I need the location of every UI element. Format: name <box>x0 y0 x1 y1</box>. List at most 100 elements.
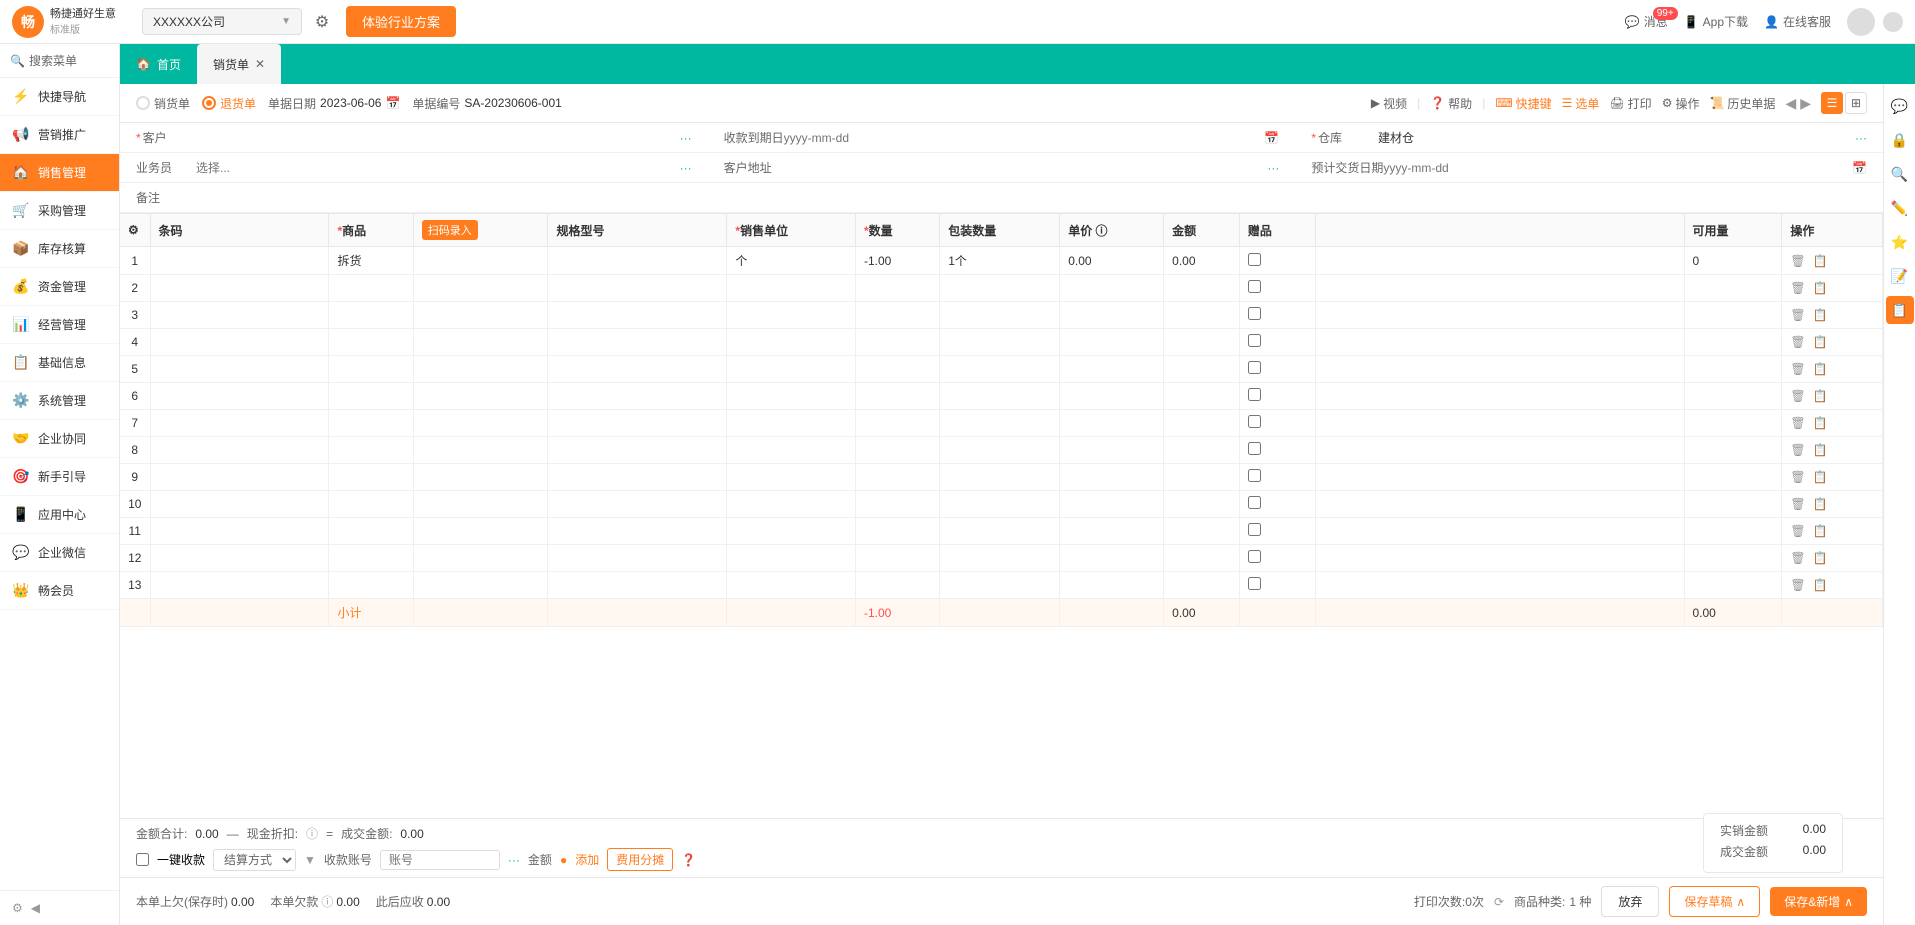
cell-barcode[interactable] <box>150 437 329 464</box>
prev-arrow[interactable]: ◀ <box>1785 95 1796 112</box>
cell-product[interactable] <box>329 329 413 356</box>
company-selector[interactable]: XXXXXX公司 ▼ <box>142 8 302 35</box>
message-button[interactable]: 💬 消息 99+ <box>1625 13 1668 30</box>
cell-unit-price[interactable] <box>1060 518 1164 545</box>
side-clipboard-icon[interactable]: 📋 <box>1886 296 1914 324</box>
dot-icon[interactable]: ··· <box>508 853 520 867</box>
refresh-icon[interactable]: ⟳ <box>1494 895 1504 909</box>
cell-product[interactable] <box>329 437 413 464</box>
sidebar-item-member[interactable]: 👑 畅会员 <box>0 572 119 610</box>
cell-unit-price[interactable] <box>1060 572 1164 599</box>
add-label[interactable]: 添加 <box>575 851 599 868</box>
experience-button[interactable]: 体验行业方案 <box>346 6 456 37</box>
cell-gift[interactable] <box>1239 572 1315 599</box>
discard-button[interactable]: 放弃 <box>1601 886 1659 917</box>
sidebar-item-marketing[interactable]: 📢 营销推广 <box>0 116 119 154</box>
copy-icon[interactable]: 📋 <box>1813 389 1828 403</box>
cell-spec[interactable] <box>548 518 727 545</box>
cell-product[interactable] <box>329 383 413 410</box>
payment-calendar-icon[interactable]: 📅 <box>1264 131 1279 145</box>
video-btn[interactable]: ▶ 视频 <box>1371 95 1407 112</box>
shortcut-btn[interactable]: ⌨ 快捷键 <box>1495 95 1551 112</box>
cell-product[interactable] <box>329 356 413 383</box>
cell-spec[interactable] <box>548 464 727 491</box>
sidebar-item-system[interactable]: ⚙️ 系统管理 <box>0 382 119 420</box>
cell-spec[interactable] <box>548 302 727 329</box>
side-lock-icon[interactable]: 🔒 <box>1886 126 1914 154</box>
copy-icon[interactable]: 📋 <box>1813 497 1828 511</box>
cell-unit-price[interactable] <box>1060 410 1164 437</box>
settings-button[interactable]: ⚙ <box>308 8 336 36</box>
tab-close-icon[interactable]: ✕ <box>255 57 265 71</box>
cell-quantity[interactable] <box>855 410 939 437</box>
cell-spec[interactable] <box>548 545 727 572</box>
cell-unit-price[interactable] <box>1060 329 1164 356</box>
cell-product[interactable] <box>329 464 413 491</box>
calc-method-select[interactable]: 结算方式 <box>213 849 296 871</box>
sidebar-gear-icon[interactable]: ⚙ <box>12 901 23 915</box>
delete-icon[interactable]: 🗑 <box>1790 524 1805 538</box>
scan-button[interactable]: 扫码录入 <box>422 220 478 240</box>
sidebar-item-finance[interactable]: 💰 资金管理 <box>0 268 119 306</box>
cell-unit-price[interactable] <box>1060 356 1164 383</box>
side-edit-icon[interactable]: ✏️ <box>1886 194 1914 222</box>
discount-help-icon[interactable]: ⓘ <box>306 825 318 842</box>
cell-quantity[interactable] <box>855 329 939 356</box>
sidebar-item-basic[interactable]: 📋 基础信息 <box>0 344 119 382</box>
delete-icon[interactable]: 🗑 <box>1790 578 1805 592</box>
cell-unit-price[interactable] <box>1060 545 1164 572</box>
copy-icon[interactable]: 📋 <box>1813 335 1828 349</box>
save-draft-button[interactable]: 保存草稿 ∧ <box>1669 886 1760 917</box>
doc-date-calendar-icon[interactable]: 📅 <box>385 96 400 110</box>
cell-quantity[interactable] <box>855 356 939 383</box>
copy-icon[interactable]: 📋 <box>1813 524 1828 538</box>
cell-quantity[interactable] <box>855 383 939 410</box>
copy-icon[interactable]: 📋 <box>1813 362 1828 376</box>
remark-input[interactable] <box>196 191 1867 205</box>
copy-icon[interactable]: 📋 <box>1813 416 1828 430</box>
cell-gift[interactable] <box>1239 518 1315 545</box>
cell-gift[interactable] <box>1239 410 1315 437</box>
cell-product[interactable] <box>329 545 413 572</box>
th-settings[interactable]: ⚙ <box>120 214 150 247</box>
warehouse-input[interactable] <box>1378 131 1851 145</box>
delete-icon[interactable]: 🗑 <box>1790 497 1805 511</box>
th-scan[interactable]: 扫码录入 <box>413 214 548 247</box>
cell-product[interactable] <box>329 410 413 437</box>
cell-unit-price[interactable] <box>1060 491 1164 518</box>
cell-barcode[interactable] <box>150 302 329 329</box>
copy-icon[interactable]: 📋 <box>1813 308 1828 322</box>
cell-product[interactable] <box>329 491 413 518</box>
delivery-date-input[interactable] <box>1383 161 1848 175</box>
copy-icon[interactable]: 📋 <box>1813 578 1828 592</box>
payment-date-input[interactable] <box>784 131 1261 145</box>
sidebar-item-enterprise[interactable]: 🤝 企业协同 <box>0 420 119 458</box>
cell-unit-price[interactable] <box>1060 383 1164 410</box>
print-btn[interactable]: 🖨 打印 <box>1609 95 1651 112</box>
cell-gift[interactable] <box>1239 464 1315 491</box>
cell-spec[interactable] <box>548 572 727 599</box>
cell-product[interactable] <box>329 275 413 302</box>
delete-icon[interactable]: 🗑 <box>1790 362 1805 376</box>
operate-btn[interactable]: ⚙ 操作 <box>1662 95 1700 112</box>
avatar[interactable] <box>1847 8 1875 36</box>
add-dot-icon[interactable]: ● <box>560 853 567 867</box>
cell-barcode[interactable] <box>150 410 329 437</box>
copy-icon[interactable]: 📋 <box>1813 281 1828 295</box>
address-more-icon[interactable]: ··· <box>1267 161 1279 175</box>
sidebar-search[interactable]: 🔍 搜索菜单 <box>0 44 119 78</box>
tab-sales-order[interactable]: 销货单 ✕ <box>197 44 281 84</box>
copy-icon[interactable]: 📋 <box>1813 470 1828 484</box>
cell-quantity[interactable]: -1.00 <box>855 247 939 275</box>
cell-quantity[interactable] <box>855 464 939 491</box>
sale-order-radio[interactable]: 销货单 <box>136 95 190 112</box>
cell-barcode[interactable] <box>150 275 329 302</box>
cell-gift[interactable] <box>1239 247 1315 275</box>
customer-input[interactable] <box>203 131 676 145</box>
cell-barcode[interactable] <box>150 247 329 275</box>
total-owe-help[interactable]: ⓘ <box>321 893 333 910</box>
cell-gift[interactable] <box>1239 329 1315 356</box>
tab-home[interactable]: 🏠 首页 <box>120 44 197 84</box>
expense-help-icon[interactable]: ❓ <box>681 853 696 867</box>
cell-product[interactable]: 拆货 <box>329 247 413 275</box>
